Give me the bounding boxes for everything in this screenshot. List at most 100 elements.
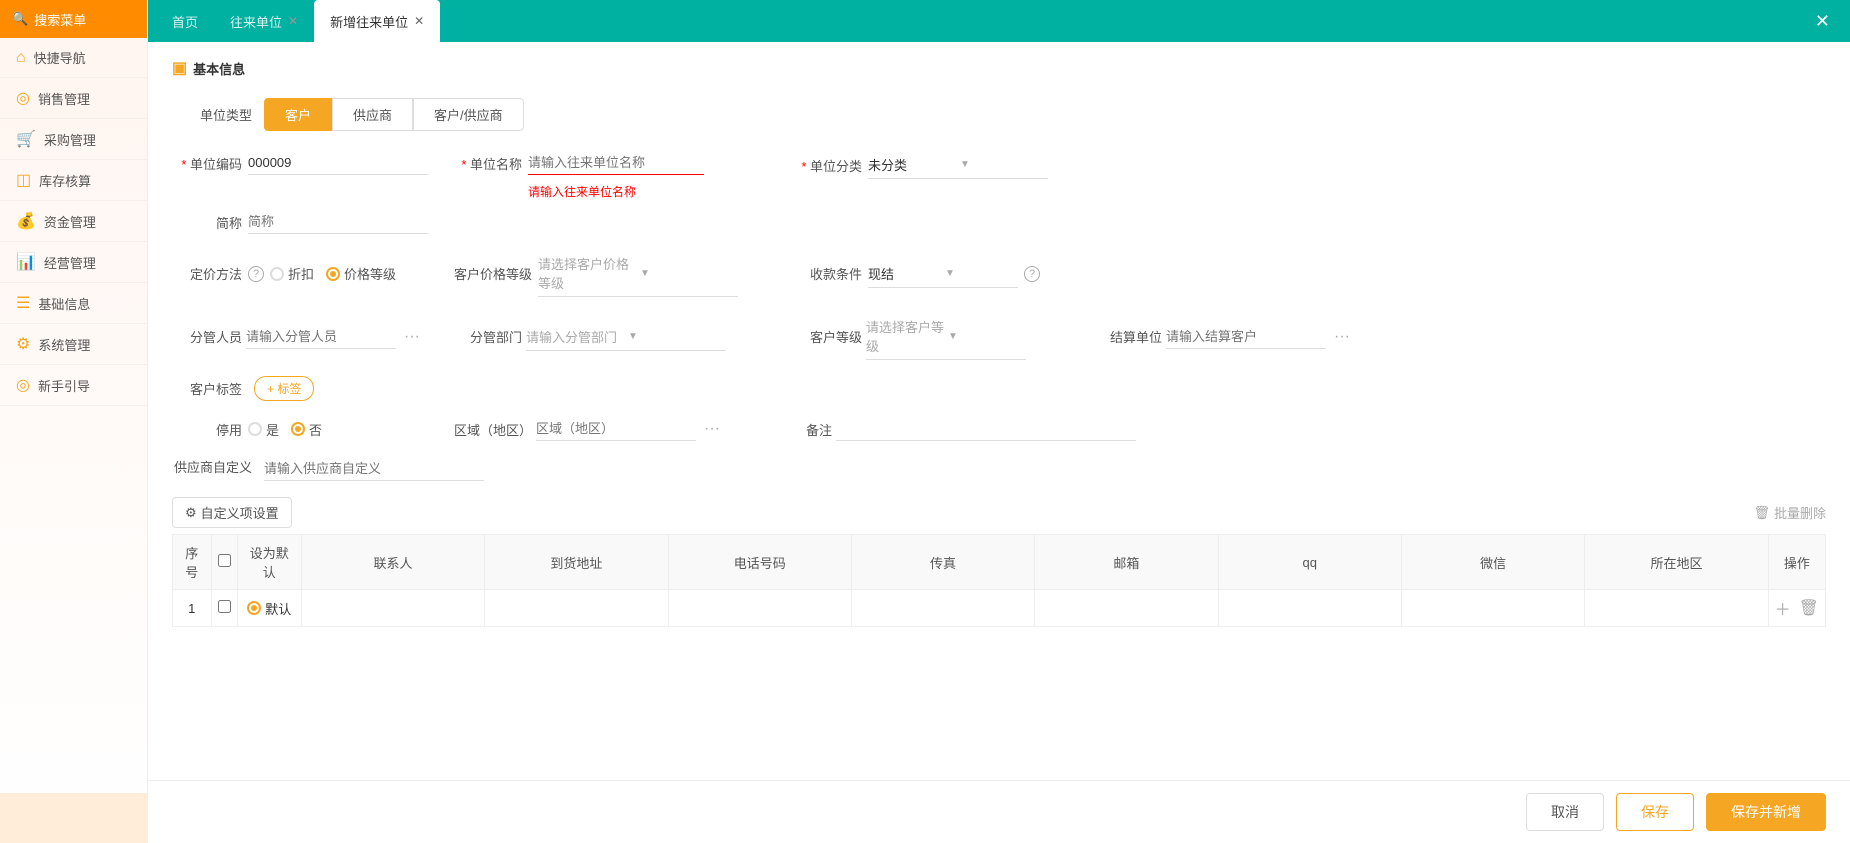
pricing-help-icon[interactable]: ? — [248, 266, 264, 282]
close-transactions-tab[interactable]: ✕ — [288, 14, 298, 28]
fax-input[interactable] — [858, 601, 1028, 616]
table-header-row: 序号 设为默认 联系人 到货地址 电话号码 传真 邮箱 qq 微信 所在地区 操… — [173, 535, 1826, 590]
sidebar-item-sales[interactable]: ◎ 销售管理 — [0, 78, 147, 119]
cell-fax[interactable] — [851, 590, 1034, 627]
pricing-radio-group: 折扣 价格等级 — [270, 264, 396, 283]
department-select[interactable]: 请输入分管部门 ▼ — [526, 323, 726, 351]
sidebar-item-inventory[interactable]: ◫ 库存核算 — [0, 160, 147, 201]
save-new-button[interactable]: 保存并新增 — [1706, 793, 1826, 831]
unit-code-input[interactable] — [248, 151, 428, 175]
customer-level-field: 客户等级 请选择客户等级 ▼ — [792, 313, 1092, 360]
code-name-row: 单位编码 单位名称 请输入往来单位名称 单位分类 未分类 — [172, 151, 1826, 200]
sidebar-item-quick-nav[interactable]: ⌂ 快捷导航 — [0, 38, 147, 78]
sidebar-item-operations[interactable]: 📊 经营管理 — [0, 242, 147, 283]
cell-default: 默认 — [237, 590, 301, 627]
unit-type-supplier[interactable]: 供应商 — [332, 98, 413, 131]
manager-input[interactable] — [246, 325, 396, 349]
sidebar-item-purchase[interactable]: 🛒 采购管理 — [0, 119, 147, 160]
section-title-basic-info: ▣ 基本信息 — [172, 58, 1826, 78]
row-checkbox[interactable] — [218, 600, 231, 613]
pricing-discount-option[interactable]: 折扣 — [270, 264, 314, 283]
custom-settings-btn[interactable]: ⚙ 自定义项设置 — [172, 497, 292, 528]
batch-delete-icon: 🗑 — [1753, 505, 1770, 521]
save-button[interactable]: 保存 — [1616, 793, 1694, 831]
phone-input[interactable] — [675, 601, 845, 616]
email-input[interactable] — [1041, 601, 1211, 616]
close-new-transaction-tab[interactable]: ✕ — [414, 14, 424, 28]
sidebar-search[interactable]: 🔍 搜索菜单 — [0, 0, 147, 38]
tab-transactions[interactable]: 往来单位 ✕ — [214, 0, 314, 42]
price-level-arrow-icon: ▼ — [640, 268, 738, 279]
home-icon: ⌂ — [16, 49, 26, 67]
tab-new-transaction[interactable]: 新增往来单位 ✕ — [314, 0, 440, 42]
window-close-btn[interactable]: ✕ — [1803, 11, 1842, 32]
delete-row-btn[interactable]: 🗑 — [1799, 598, 1819, 618]
cell-address[interactable] — [485, 590, 668, 627]
sidebar-item-guide[interactable]: ◎ 新手引导 — [0, 365, 147, 406]
payment-terms-select[interactable]: 现结 ▼ — [868, 260, 1018, 288]
customer-price-level-select[interactable]: 请选择客户价格等级 ▼ — [538, 250, 738, 297]
supplier-custom-label: 供应商自定义 — [172, 457, 252, 476]
select-all-checkbox[interactable] — [218, 554, 231, 567]
region-more-btn[interactable]: ··· — [704, 420, 720, 438]
pricing-row: 定价方法 ? 折扣 价格等级 客户价格等级 请选择客户价格等级 — [172, 250, 1826, 297]
disabled-yes-option[interactable]: 是 — [248, 420, 279, 439]
disabled-field: 停用 是 否 — [172, 420, 452, 439]
payment-terms-label: 收款条件 — [792, 264, 862, 283]
region-input-table[interactable] — [1591, 601, 1761, 616]
pricing-level-option[interactable]: 价格等级 — [326, 264, 396, 283]
add-row-btn[interactable]: ＋ — [1775, 596, 1791, 620]
disabled-no-option[interactable]: 否 — [291, 420, 322, 439]
th-email: 邮箱 — [1035, 535, 1218, 590]
tab-home[interactable]: 首页 — [156, 0, 214, 42]
customer-level-select[interactable]: 请选择客户等级 ▼ — [866, 313, 1026, 360]
table-toolbar: ⚙ 自定义项设置 🗑 批量删除 — [172, 497, 1826, 528]
remark-input[interactable] — [836, 417, 1136, 441]
contact-input[interactable] — [308, 601, 478, 616]
qq-input[interactable] — [1225, 601, 1395, 616]
short-name-label: 简称 — [172, 213, 242, 232]
wechat-input[interactable] — [1408, 601, 1578, 616]
sidebar-footer — [0, 793, 147, 843]
unit-name-label: 单位名称 — [452, 154, 522, 173]
sidebar-item-basic-info[interactable]: ☰ 基础信息 — [0, 283, 147, 324]
th-checkbox[interactable] — [211, 535, 237, 590]
unit-type-customer[interactable]: 客户 — [264, 98, 332, 131]
manager-more-btn[interactable]: ··· — [404, 328, 420, 346]
cancel-button[interactable]: 取消 — [1526, 793, 1604, 831]
settlement-unit-input[interactable] — [1166, 325, 1326, 349]
purchase-icon: 🛒 — [16, 129, 36, 149]
section-icon: ▣ — [172, 58, 187, 78]
add-tag-btn[interactable]: + 标签 — [254, 376, 314, 401]
unit-category-select[interactable]: 未分类 ▼ — [868, 151, 1048, 179]
default-radio[interactable] — [247, 601, 261, 615]
address-input[interactable] — [491, 601, 661, 616]
settlement-unit-label: 结算单位 — [1092, 327, 1162, 346]
pricing-method-label: 定价方法 — [172, 264, 242, 283]
settlement-more-btn[interactable]: ··· — [1334, 328, 1350, 346]
region-input[interactable] — [536, 417, 696, 441]
unit-type-both[interactable]: 客户/供应商 — [413, 98, 524, 131]
cell-qq[interactable] — [1218, 590, 1401, 627]
sidebar-item-finance[interactable]: 💰 资金管理 — [0, 201, 147, 242]
short-name-input[interactable] — [248, 210, 428, 234]
cell-region[interactable] — [1585, 590, 1768, 627]
inventory-icon: ◫ — [16, 170, 31, 190]
unit-name-input[interactable] — [528, 151, 704, 175]
cell-contact[interactable] — [301, 590, 484, 627]
batch-delete-btn[interactable]: 🗑 批量删除 — [1753, 503, 1826, 522]
short-name-field: 简称 — [172, 210, 452, 234]
cell-email[interactable] — [1035, 590, 1218, 627]
manager-row: 分管人员 ··· 分管部门 请输入分管部门 ▼ 客户等级 请选择客户等级 ▼ — [172, 313, 1826, 360]
cell-actions: ＋ 🗑 — [1768, 590, 1825, 627]
cell-wechat[interactable] — [1401, 590, 1584, 627]
disabled-label: 停用 — [172, 420, 242, 439]
supplier-custom-input[interactable] — [264, 457, 484, 481]
sidebar-item-system[interactable]: ⚙ 系统管理 — [0, 324, 147, 365]
cell-checkbox[interactable] — [211, 590, 237, 627]
cell-phone[interactable] — [668, 590, 851, 627]
th-fax: 传真 — [851, 535, 1034, 590]
search-icon: 🔍 — [12, 11, 28, 27]
guide-icon: ◎ — [16, 375, 30, 395]
payment-help-icon[interactable]: ? — [1024, 266, 1040, 282]
